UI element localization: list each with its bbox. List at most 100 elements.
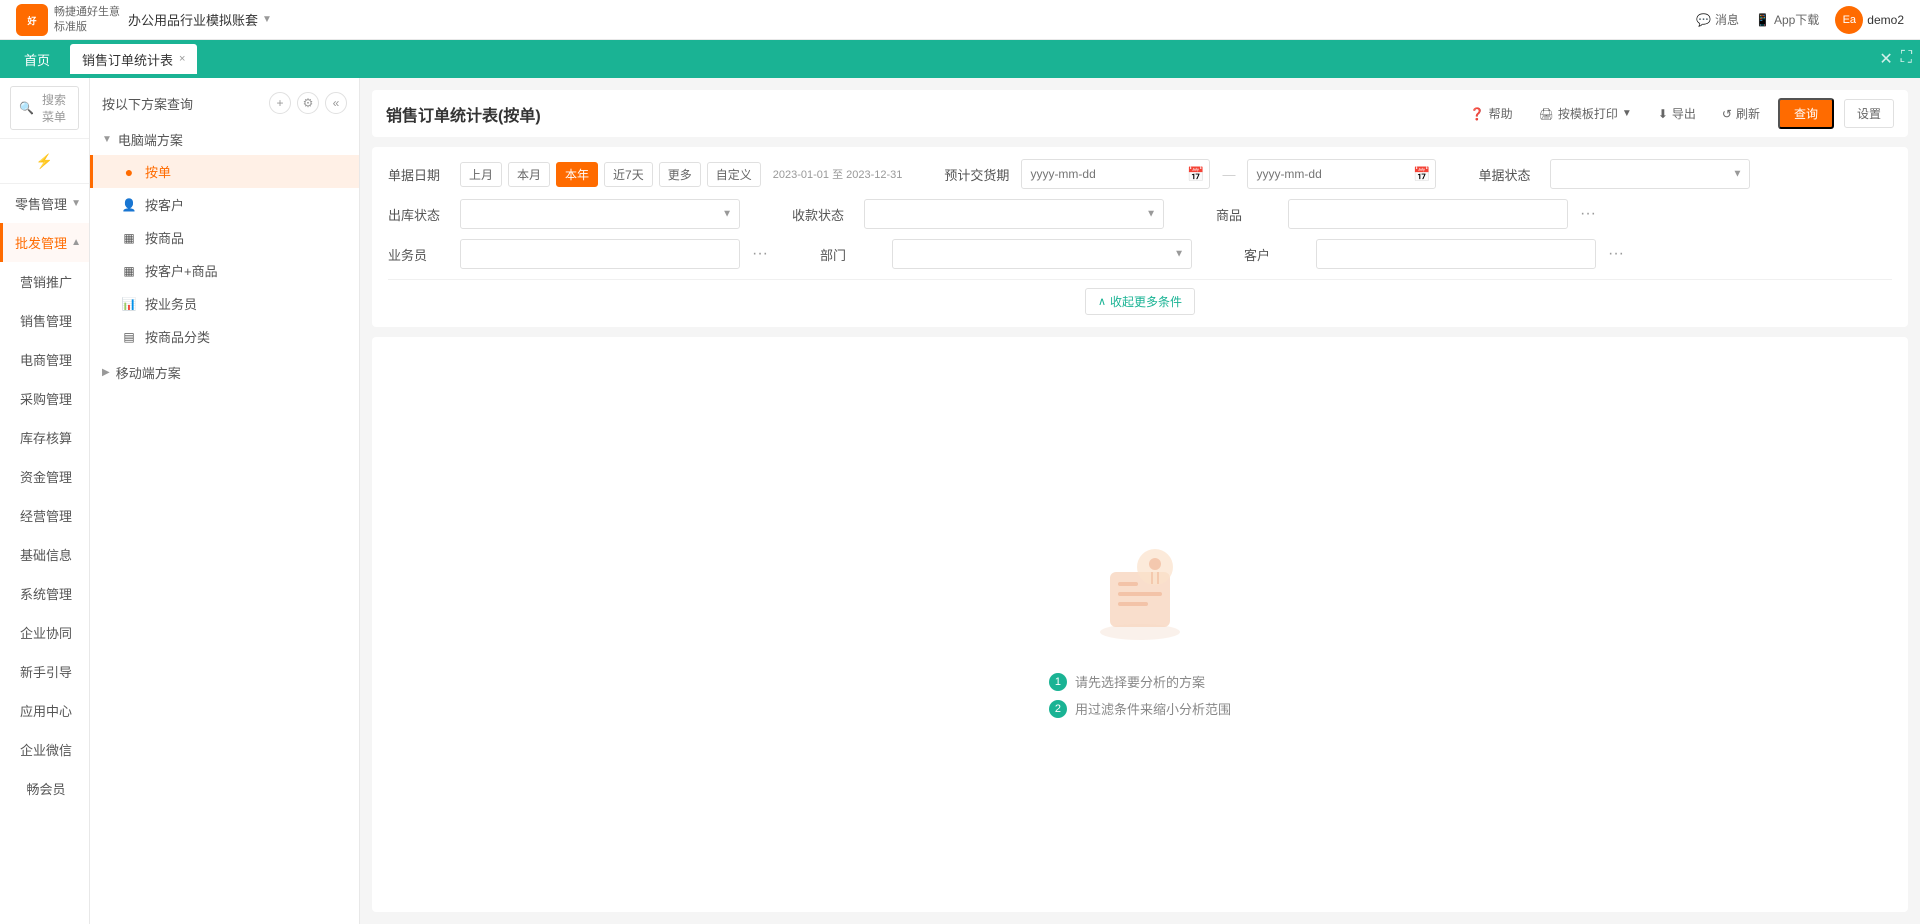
collapse-button[interactable]: ∧ 收起更多条件: [1085, 288, 1195, 315]
tree-item-by-order[interactable]: ● 按单: [90, 155, 359, 188]
ship-status-select[interactable]: [460, 199, 740, 229]
tree-add-button[interactable]: +: [269, 92, 291, 114]
search-icon: 🔍: [19, 101, 34, 115]
print-button[interactable]: 🖨 按模板打印 ▼: [1531, 101, 1640, 126]
content-panel: 按以下方案查询 + ⚙ « ▼ 电脑端方案: [90, 78, 1920, 924]
window-maximize-button[interactable]: ⛶: [1901, 49, 1912, 69]
user-name: demo2: [1867, 13, 1904, 27]
calendar-start-icon[interactable]: 📅: [1187, 166, 1204, 183]
sidebar-item-retail[interactable]: 零售管理 ▼: [0, 184, 89, 223]
tree-item-by-category[interactable]: ▤ 按商品分类: [90, 320, 359, 353]
customer-input[interactable]: [1316, 239, 1596, 269]
edit-icon: ⚙: [303, 96, 314, 110]
calendar-end-icon[interactable]: 📅: [1413, 166, 1430, 183]
tab-close-icon[interactable]: ×: [179, 53, 185, 65]
sidebar-item-app-center[interactable]: 应用中心: [0, 691, 89, 730]
sidebar-shortcut-icon[interactable]: ⚡: [33, 149, 57, 173]
tree-item-by-goods[interactable]: ▦ 按商品: [90, 221, 359, 254]
empty-tip-1: 1 请先选择要分析的方案: [1049, 672, 1231, 691]
empty-state: 1 请先选择要分析的方案 2 用过滤条件来缩小分析范围: [372, 337, 1908, 912]
date-this-year-button[interactable]: 本年: [556, 162, 598, 187]
empty-tips: 1 请先选择要分析的方案 2 用过滤条件来缩小分析范围: [1049, 672, 1231, 718]
date-more-button[interactable]: 更多: [659, 162, 701, 187]
date-this-month-button[interactable]: 本月: [508, 162, 550, 187]
messages-button[interactable]: 💬 消息: [1696, 11, 1739, 28]
department-select[interactable]: [892, 239, 1192, 269]
sidebar-item-system[interactable]: 系统管理: [0, 574, 89, 613]
customer-label: 客户: [1244, 245, 1304, 264]
sidebar-item-newbie[interactable]: 新手引导: [0, 652, 89, 691]
logo-icon: 好: [16, 4, 48, 36]
sidebar-item-ecommerce[interactable]: 电商管理: [0, 340, 89, 379]
tree-section-pc: ▼ 电脑端方案 ● 按单 👤 按客户 ▦ 按商品 ▦ 按客户+商品: [90, 124, 359, 353]
tree-item-by-customer-goods[interactable]: ▦ 按客户+商品: [90, 254, 359, 287]
filter-date-buttons: 上月 本月 本年 近7天 更多 自定义 2023-01-01 至 2023-12…: [460, 162, 902, 187]
date-last-7-button[interactable]: 近7天: [604, 162, 653, 187]
collapse-icon: «: [333, 96, 340, 110]
sidebar-item-purchase[interactable]: 采购管理: [0, 379, 89, 418]
tree-panel-title: 按以下方案查询: [102, 94, 193, 113]
svg-text:好: 好: [26, 15, 36, 26]
filter-row-1: 单据日期 上月 本月 本年 近7天 更多 自定义 2023-01-01 至 20…: [388, 159, 1892, 189]
user-profile[interactable]: Ea demo2: [1835, 6, 1904, 34]
window-close-button[interactable]: ✕: [1879, 49, 1892, 69]
sidebar-item-enterprise[interactable]: 企业协同: [0, 613, 89, 652]
download-icon: 📱: [1755, 13, 1770, 27]
export-icon: ⬇: [1658, 107, 1668, 121]
salesperson-label: 业务员: [388, 245, 448, 264]
main-content: 销售订单统计表(按单) ❓ 帮助 🖨 按模板打印 ▼ ⬇ 导出: [360, 78, 1920, 924]
sidebar-item-inventory[interactable]: 库存核算: [0, 418, 89, 457]
date-custom-button[interactable]: 自定义: [707, 162, 761, 187]
goods-label: 商品: [1216, 205, 1276, 224]
app-title[interactable]: 办公用品行业模拟账套 ▼: [128, 10, 272, 29]
tab-home[interactable]: 首页: [8, 40, 66, 78]
help-button[interactable]: ❓ 帮助: [1462, 101, 1521, 126]
tree-item-by-salesperson[interactable]: 📊 按业务员: [90, 287, 359, 320]
avatar: Ea: [1835, 6, 1863, 34]
refresh-button[interactable]: ↺ 刷新: [1714, 101, 1768, 126]
sidebar-item-basics[interactable]: 基础信息: [0, 535, 89, 574]
app-download-button[interactable]: 📱 App下载: [1755, 11, 1819, 28]
empty-tip-2: 2 用过滤条件来缩小分析范围: [1049, 699, 1231, 718]
search-menu-button[interactable]: 🔍 搜索菜单: [10, 86, 79, 130]
sidebar-item-finance[interactable]: 资金管理: [0, 457, 89, 496]
by-customer-goods-icon: ▦: [121, 263, 137, 279]
sidebar-menu: 零售管理 ▼ 批发管理 ▲ 营销推广 销售管理 电商管理 采购管理 库存核算: [0, 184, 89, 924]
goods-input[interactable]: [1288, 199, 1568, 229]
expected-date-end-wrap: 📅: [1247, 159, 1436, 189]
tree-section-pc-header[interactable]: ▼ 电脑端方案: [90, 124, 359, 155]
export-button[interactable]: ⬇ 导出: [1650, 101, 1704, 126]
tree-edit-button[interactable]: ⚙: [297, 92, 319, 114]
query-button[interactable]: 查询: [1778, 98, 1834, 129]
sidebar-item-marketing[interactable]: 营销推广: [0, 262, 89, 301]
expected-date-start-input[interactable]: [1021, 159, 1210, 189]
salesperson-input[interactable]: [460, 239, 740, 269]
sidebar-item-membership[interactable]: 畅会员: [0, 769, 89, 808]
expected-date-start-wrap: 📅: [1021, 159, 1210, 189]
expected-date-end-input[interactable]: [1247, 159, 1436, 189]
logo-text: 畅捷通好生意 标准版: [54, 5, 120, 34]
by-goods-icon: ▦: [121, 230, 137, 246]
order-status-select[interactable]: [1550, 159, 1750, 189]
tree-collapse-button[interactable]: «: [325, 92, 347, 114]
tab-sales-stats[interactable]: 销售订单统计表 ×: [70, 44, 197, 74]
sidebar-item-sales-mgmt[interactable]: 销售管理: [0, 301, 89, 340]
sidebar-item-wechat[interactable]: 企业微信: [0, 730, 89, 769]
refresh-icon: ↺: [1722, 107, 1732, 121]
settings-button[interactable]: 设置: [1844, 99, 1894, 128]
filter-row-3: 业务员 ··· 部门 ▼ 客户 ···: [388, 239, 1892, 269]
salesperson-more-icon[interactable]: ···: [752, 245, 768, 263]
goods-more-icon[interactable]: ···: [1580, 205, 1596, 223]
customer-more-icon[interactable]: ···: [1608, 245, 1624, 263]
tree-section-mobile-header[interactable]: ▶ 移动端方案: [90, 357, 359, 388]
tip-number-2: 2: [1049, 700, 1067, 718]
help-icon: ❓: [1470, 107, 1485, 121]
tree-panel: 按以下方案查询 + ⚙ « ▼ 电脑端方案: [90, 78, 360, 924]
order-status-label: 单据状态: [1478, 165, 1538, 184]
tree-section-pc-arrow: ▼: [102, 134, 112, 145]
sidebar-item-operations[interactable]: 经营管理: [0, 496, 89, 535]
date-last-month-button[interactable]: 上月: [460, 162, 502, 187]
tree-item-by-customer[interactable]: 👤 按客户: [90, 188, 359, 221]
pay-status-select[interactable]: [864, 199, 1164, 229]
sidebar-item-wholesale[interactable]: 批发管理 ▲: [0, 223, 89, 262]
